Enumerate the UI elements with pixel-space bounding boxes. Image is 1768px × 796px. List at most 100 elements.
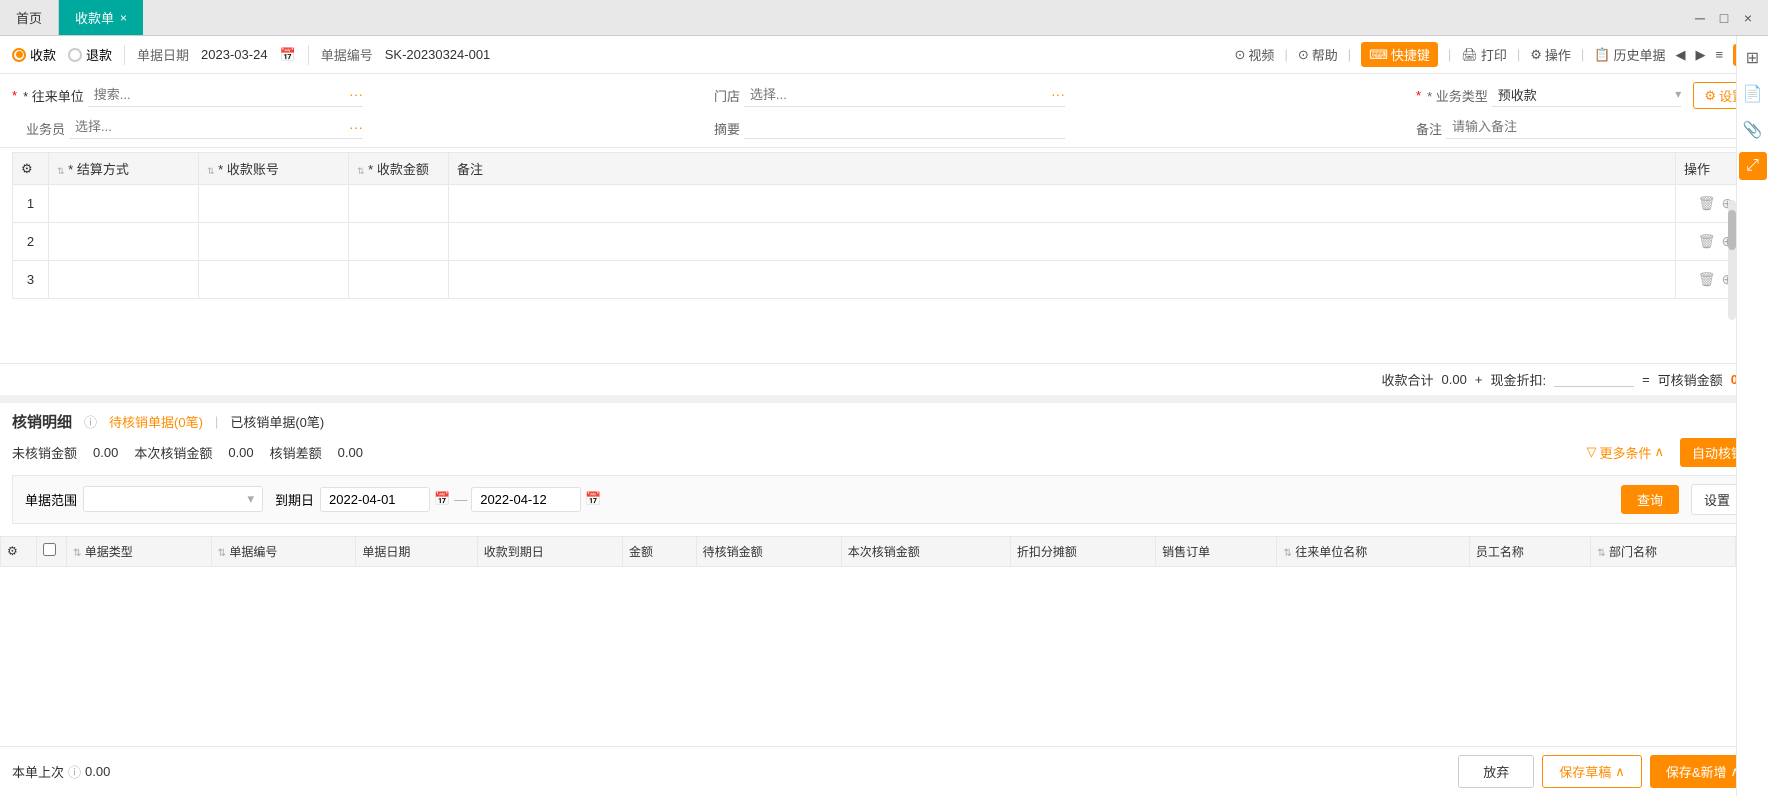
discount-input[interactable] (1554, 371, 1634, 387)
window-minimize-button[interactable]: ─ (1692, 10, 1708, 26)
date-to-input[interactable] (471, 487, 581, 512)
remark-input[interactable] (1446, 117, 1756, 136)
sidebar-expand-icon[interactable]: ⤢ (1739, 152, 1767, 180)
scrollbar[interactable] (1728, 200, 1736, 320)
divider-1 (124, 45, 125, 65)
settle-method-3[interactable] (49, 261, 199, 299)
scrollbar-thumb[interactable] (1728, 210, 1736, 250)
delete-row-1-icon[interactable]: 🗑 (1698, 195, 1716, 212)
sidebar-table-icon[interactable]: ⊞ (1739, 44, 1767, 72)
amount-3[interactable] (349, 261, 449, 299)
view-list-icon: ≡ (1716, 47, 1724, 62)
current-verify-label: 本次核销金额 (134, 443, 212, 462)
form-area: * * 往来单位 ··· 门店 ··· * * 业务类型 (0, 74, 1768, 148)
number-value: SK-20230324-001 (385, 47, 491, 62)
account-no-1[interactable] (199, 185, 349, 223)
bottom-table: ⚙ ⇅ 单据类型 ⇅ 单据编号 单据日期 收款到期日 金额 待核销金额 本次核销… (0, 536, 1736, 567)
verified-tab[interactable]: 已核销单据(0笔) (230, 412, 324, 431)
counterparty-more-icon[interactable]: ··· (349, 86, 363, 102)
range-label: 单据范围 (25, 490, 77, 509)
diff-value: 0.00 (338, 445, 363, 460)
salesman-more-icon[interactable]: ··· (349, 119, 363, 135)
radio-receipt-label: 收款 (30, 45, 56, 64)
tab-home[interactable]: 首页 (0, 0, 59, 35)
settle-method-2[interactable] (49, 223, 199, 261)
sidebar-paperclip-icon[interactable]: 📎 (1739, 116, 1767, 144)
radio-refund-circle (68, 48, 82, 62)
date-range: 📅 — 📅 (320, 487, 601, 512)
calendar-from-icon[interactable]: 📅 (434, 491, 450, 507)
video-button[interactable]: ⊙ 视频 (1235, 45, 1275, 64)
collect-total-value: 0.00 (1442, 372, 1467, 387)
sort-counterparty-icon: ⇅ (1283, 548, 1291, 559)
verify-info-icon[interactable]: ⓘ (84, 412, 97, 431)
pending-verify-tab[interactable]: 待核销单据(0笔) (109, 412, 203, 431)
tab-close-icon[interactable]: × (120, 11, 127, 25)
store-more-icon[interactable]: ··· (1051, 86, 1065, 102)
biz-type-dropdown-icon[interactable]: ▾ (1675, 87, 1681, 101)
history-button[interactable]: 📋 历史单据 (1594, 45, 1665, 64)
window-maximize-button[interactable]: □ (1716, 10, 1732, 26)
col-settle-header: ⇅ * 结算方式 (49, 153, 199, 185)
bt-col-setting[interactable]: ⚙ (1, 536, 37, 566)
range-dropdown-icon: ▾ (247, 491, 254, 507)
store-input[interactable] (744, 85, 1047, 104)
row-num-1: 1 (13, 185, 49, 223)
receipt-table: ⚙ ⇅ * 结算方式 ⇅ * 收款账号 ⇅ * 收款金额 备注 操作 1 (12, 152, 1756, 299)
bt-col-employee: 员工名称 (1469, 536, 1590, 566)
tab-active[interactable]: 收款单 × (59, 0, 143, 35)
tab-bar: 首页 收款单 × ─ □ × (0, 0, 1768, 36)
remark-3[interactable] (449, 261, 1676, 299)
shortcut-label: 快捷键 (1391, 45, 1430, 64)
salesman-input[interactable] (69, 117, 345, 136)
print-button[interactable]: 🖨 打印 (1461, 45, 1507, 64)
abandon-button[interactable]: 放弃 (1458, 755, 1534, 788)
delete-row-2-icon[interactable]: 🗑 (1698, 233, 1716, 250)
delete-row-3-icon[interactable]: 🗑 (1698, 271, 1716, 288)
receipt-table-area: ⚙ ⇅ * 结算方式 ⇅ * 收款账号 ⇅ * 收款金额 备注 操作 1 (0, 148, 1768, 363)
nav-right-icon: ▶ (1696, 47, 1706, 63)
radio-refund[interactable]: 退款 (68, 45, 112, 64)
save-draft-button[interactable]: 保存草稿 ∧ (1542, 755, 1642, 788)
sep2: | (1348, 47, 1351, 62)
remark-1[interactable] (449, 185, 1676, 223)
footer-info: 本单上次 ⓘ 0.00 (12, 762, 110, 781)
account-no-3[interactable] (199, 261, 349, 299)
col-setting-header[interactable]: ⚙ (13, 153, 49, 185)
account-no-2[interactable] (199, 223, 349, 261)
help-button[interactable]: ⊙ 帮助 (1298, 45, 1338, 64)
footer-buttons: 放弃 保存草稿 ∧ 保存&新增 ∧ (1458, 755, 1756, 788)
more-conditions-button[interactable]: ▽ 更多条件 ∧ (1586, 443, 1664, 462)
verify-stats: 未核销金额 0.00 本次核销金额 0.00 核销差额 0.00 ▽ 更多条件 … (12, 438, 1756, 467)
view-list-button[interactable]: ≡ (1716, 47, 1724, 62)
tab-home-label: 首页 (16, 8, 42, 27)
amount-1[interactable] (349, 185, 449, 223)
counterparty-required: * (12, 88, 17, 103)
bt-col-checkbox[interactable] (37, 536, 67, 566)
sidebar-document-icon[interactable]: 📄 (1739, 80, 1767, 108)
nav-left-button[interactable]: ◀ (1676, 47, 1686, 63)
radio-receipt[interactable]: 收款 (12, 45, 56, 64)
shortcut-button[interactable]: ⌨ 快捷键 (1361, 42, 1438, 67)
summary-input[interactable] (744, 117, 1065, 136)
operation-button[interactable]: ⚙ 操作 (1530, 45, 1571, 64)
counterparty-input[interactable] (88, 85, 345, 104)
bt-col-docno: ⇅ 单据编号 (211, 536, 356, 566)
query-button[interactable]: 查询 (1621, 485, 1679, 514)
footer-info-icon[interactable]: ⓘ (68, 762, 81, 781)
sep3: | (1448, 47, 1451, 62)
toolbar-right: ⊙ 视频 | ⊙ 帮助 | ⌨ 快捷键 | 🖨 打印 | ⚙ 操作 (1235, 42, 1756, 67)
range-select[interactable]: ▾ (83, 486, 263, 512)
save-draft-arrow-icon: ∧ (1615, 764, 1625, 780)
remark-2[interactable] (449, 223, 1676, 261)
amount-2[interactable] (349, 223, 449, 261)
select-all-checkbox[interactable] (43, 543, 56, 556)
nav-right-button[interactable]: ▶ (1696, 47, 1706, 63)
settle-method-1[interactable] (49, 185, 199, 223)
more-conditions-label: 更多条件 (1599, 443, 1651, 462)
calendar-icon[interactable]: 📅 (280, 47, 296, 63)
window-close-button[interactable]: × (1740, 10, 1756, 26)
diff-label: 核销差额 (270, 443, 322, 462)
calendar-to-icon[interactable]: 📅 (585, 491, 601, 507)
date-from-input[interactable] (320, 487, 430, 512)
